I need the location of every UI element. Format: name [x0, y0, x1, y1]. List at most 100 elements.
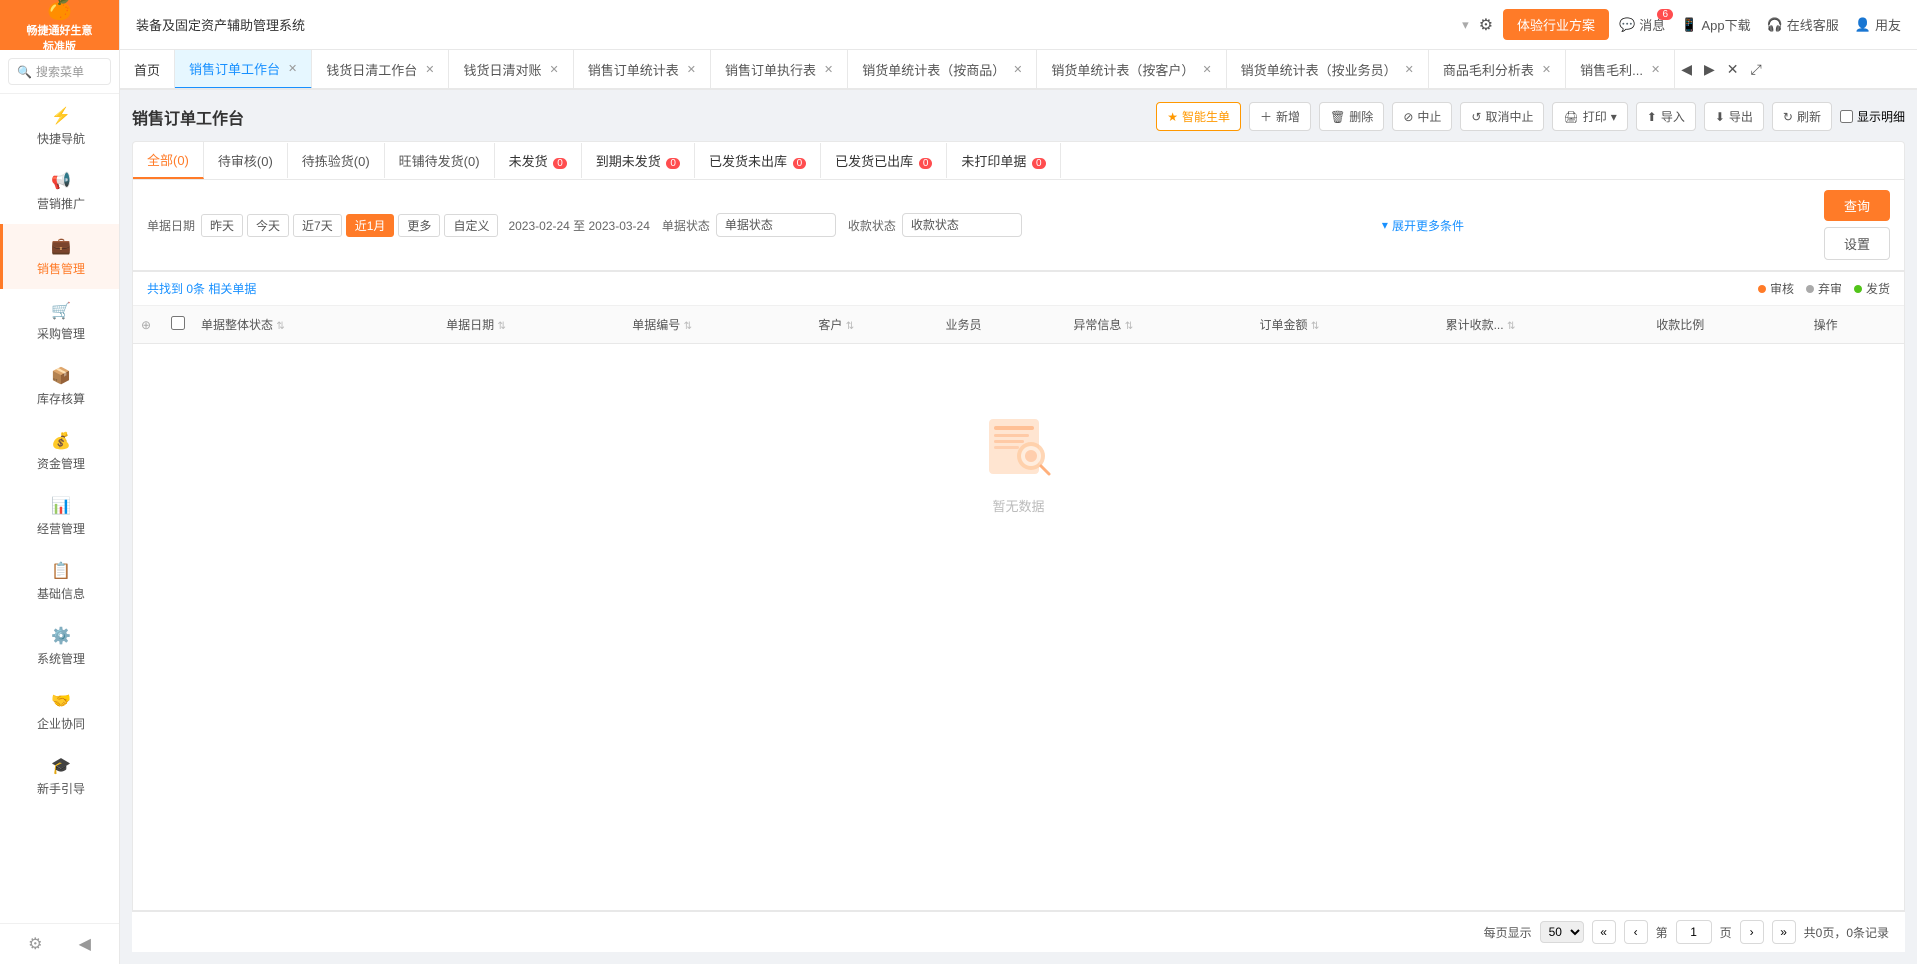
sort-received-icon[interactable]: ⇅: [1507, 321, 1515, 332]
tab-sales-exec-close[interactable]: ✕: [824, 63, 833, 76]
sidebar-settings-button[interactable]: ⚙: [28, 934, 42, 954]
system-name: 装备及固定资产辅助管理系统: [136, 15, 1452, 34]
sub-tab-not-shipped[interactable]: 未发货 0: [495, 143, 582, 178]
sub-tab-wangpu[interactable]: 旺铺待发货(0): [385, 143, 495, 178]
sub-tab-overdue[interactable]: 到期未发货 0: [582, 143, 695, 178]
sidebar-item-quick-nav[interactable]: ⚡ 快捷导航: [0, 94, 119, 159]
tab-cash-reconcile-close[interactable]: ✕: [550, 63, 559, 76]
date-more-btn[interactable]: 更多: [398, 214, 440, 237]
tab-close-all-button[interactable]: ✕: [1721, 61, 1745, 78]
print-button[interactable]: 🖨 打印 ▾: [1552, 102, 1627, 131]
sub-tab-pending-inspect[interactable]: 待拣验货(0): [288, 143, 385, 178]
topbar-dropdown-icon[interactable]: ▾: [1462, 17, 1469, 33]
page-prev-button[interactable]: ‹: [1624, 920, 1648, 944]
app-download-item[interactable]: 📱 App下载: [1681, 15, 1750, 34]
tab-sales-summary-product-close[interactable]: ✕: [1013, 63, 1022, 76]
sub-tab-pending-review[interactable]: 待审核(0): [204, 143, 288, 178]
sidebar-search-button[interactable]: 🔍 搜索菜单: [8, 58, 111, 85]
sub-tab-shipped-out[interactable]: 已发货已出库 0: [821, 143, 947, 178]
sort-date-icon[interactable]: ⇅: [497, 321, 505, 332]
tab-next-button[interactable]: ▶: [1698, 61, 1721, 78]
tab-sales-more[interactable]: 销售毛利... ✕: [1566, 50, 1675, 89]
sidebar-collapse-button[interactable]: ◀: [79, 934, 91, 954]
review-action-btn[interactable]: 审核: [1758, 280, 1794, 297]
refresh-button[interactable]: ↻ 刷新: [1772, 102, 1832, 131]
industry-solution-button[interactable]: 体验行业方案: [1503, 9, 1609, 40]
sub-tab-shipped-not-out[interactable]: 已发货未出库 0: [695, 143, 821, 178]
page-next-button[interactable]: ›: [1740, 920, 1764, 944]
export-button[interactable]: ⬇ 导出: [1704, 102, 1764, 131]
tab-sales-workbench[interactable]: 销售订单工作台 ✕: [175, 50, 312, 89]
tab-sales-summary-customer-close[interactable]: ✕: [1202, 63, 1211, 76]
sort-number-icon[interactable]: ⇅: [684, 321, 692, 332]
page-first-button[interactable]: «: [1592, 920, 1616, 944]
tab-prev-button[interactable]: ◀: [1675, 61, 1698, 78]
tab-sales-summary-customer[interactable]: 销货单统计表（按客户） ✕: [1037, 50, 1226, 89]
tab-sales-summary-staff-close[interactable]: ✕: [1405, 63, 1414, 76]
page-last-button[interactable]: »: [1772, 920, 1796, 944]
sidebar-item-finance[interactable]: 💰 资金管理: [0, 419, 119, 484]
sidebar-item-basic-info[interactable]: 📋 基础信息: [0, 549, 119, 614]
delete-button[interactable]: 🗑 删除: [1319, 102, 1384, 131]
col-status: 单据整体状态 ⇅: [193, 306, 438, 344]
date-7days-btn[interactable]: 近7天: [293, 214, 342, 237]
select-all-checkbox[interactable]: [171, 316, 185, 330]
ship-dot: [1854, 285, 1862, 293]
date-1month-btn[interactable]: 近1月: [346, 214, 395, 237]
show-detail-checkbox[interactable]: [1840, 110, 1853, 123]
per-page-select[interactable]: 50: [1540, 921, 1584, 943]
date-today-btn[interactable]: 今天: [247, 214, 289, 237]
tab-daily-clear[interactable]: 钱货日清工作台 ✕: [312, 50, 449, 89]
tab-home[interactable]: 首页: [120, 50, 175, 89]
ship-action-btn[interactable]: 发货: [1854, 280, 1890, 297]
sidebar-item-purchase[interactable]: 🛒 采购管理: [0, 289, 119, 354]
page-number-input[interactable]: [1676, 920, 1712, 944]
import-button[interactable]: ⬆ 导入: [1636, 102, 1696, 131]
sort-customer-icon[interactable]: ⇅: [846, 321, 854, 332]
sort-status-icon[interactable]: ⇅: [276, 321, 284, 332]
query-button[interactable]: 查询: [1824, 190, 1890, 221]
show-detail-label[interactable]: 显示明细: [1840, 108, 1905, 125]
sort-amount-icon[interactable]: ⇅: [1311, 321, 1319, 332]
message-icon-container[interactable]: 💬 6 消息: [1619, 15, 1665, 34]
sidebar-item-guide[interactable]: 🎓 新手引导: [0, 744, 119, 809]
sidebar-item-label: 基础信息: [37, 585, 85, 602]
tab-sales-more-close[interactable]: ✕: [1651, 63, 1660, 76]
tab-sales-exec[interactable]: 销售订单执行表 ✕: [711, 50, 848, 89]
reject-action-btn[interactable]: 弃审: [1806, 280, 1842, 297]
tab-gross-margin-close[interactable]: ✕: [1542, 63, 1551, 76]
tab-sales-summary-staff[interactable]: 销货单统计表（按业务员） ✕: [1227, 50, 1429, 89]
tab-fullscreen-button[interactable]: ⤢: [1744, 61, 1767, 78]
sidebar-item-inventory[interactable]: 📦 库存核算: [0, 354, 119, 419]
column-settings-icon[interactable]: ⊕: [141, 318, 151, 332]
cancel-pause-button[interactable]: ↺ 取消中止: [1460, 102, 1544, 131]
smart-create-button[interactable]: ★ 智能生单: [1156, 102, 1241, 131]
tab-sales-stats-label: 销售订单统计表: [588, 60, 679, 79]
tab-sales-workbench-close[interactable]: ✕: [288, 62, 297, 75]
date-custom-btn[interactable]: 自定义: [444, 214, 498, 237]
user-item[interactable]: 👤 用友: [1855, 15, 1901, 34]
payment-filter-select[interactable]: 收款状态: [902, 213, 1022, 237]
tab-daily-clear-close[interactable]: ✕: [425, 63, 434, 76]
date-yesterday-btn[interactable]: 昨天: [201, 214, 243, 237]
tab-sales-stats[interactable]: 销售订单统计表 ✕: [574, 50, 711, 89]
sub-tab-not-printed[interactable]: 未打印单据 0: [947, 143, 1060, 178]
set-button[interactable]: 设置: [1824, 227, 1890, 260]
sidebar-item-cooperation[interactable]: 🤝 企业协同: [0, 679, 119, 744]
sidebar-item-sales[interactable]: 💼 销售管理: [0, 224, 119, 289]
tab-sales-summary-product[interactable]: 销货单统计表（按商品） ✕: [848, 50, 1037, 89]
sidebar-item-marketing[interactable]: 📢 营销推广: [0, 159, 119, 224]
sidebar-item-system[interactable]: ⚙️ 系统管理: [0, 614, 119, 679]
tab-gross-margin[interactable]: 商品毛利分析表 ✕: [1429, 50, 1566, 89]
tab-cash-reconcile[interactable]: 钱货日清对账 ✕: [449, 50, 573, 89]
sub-tab-all[interactable]: 全部(0): [133, 142, 204, 179]
add-button[interactable]: ＋ 新增: [1249, 102, 1311, 131]
sidebar-item-operations[interactable]: 📊 经营管理: [0, 484, 119, 549]
online-service-item[interactable]: 🎧 在线客服: [1767, 15, 1839, 34]
expand-filter-button[interactable]: ▾ 展开更多条件: [1374, 213, 1472, 238]
sort-anomaly-icon[interactable]: ⇅: [1125, 321, 1133, 332]
status-filter-select[interactable]: 单据状态: [716, 213, 836, 237]
pause-button[interactable]: ⊘ 中止: [1392, 102, 1452, 131]
tab-sales-stats-close[interactable]: ✕: [687, 63, 696, 76]
topbar-settings-button[interactable]: ⚙: [1479, 15, 1493, 35]
